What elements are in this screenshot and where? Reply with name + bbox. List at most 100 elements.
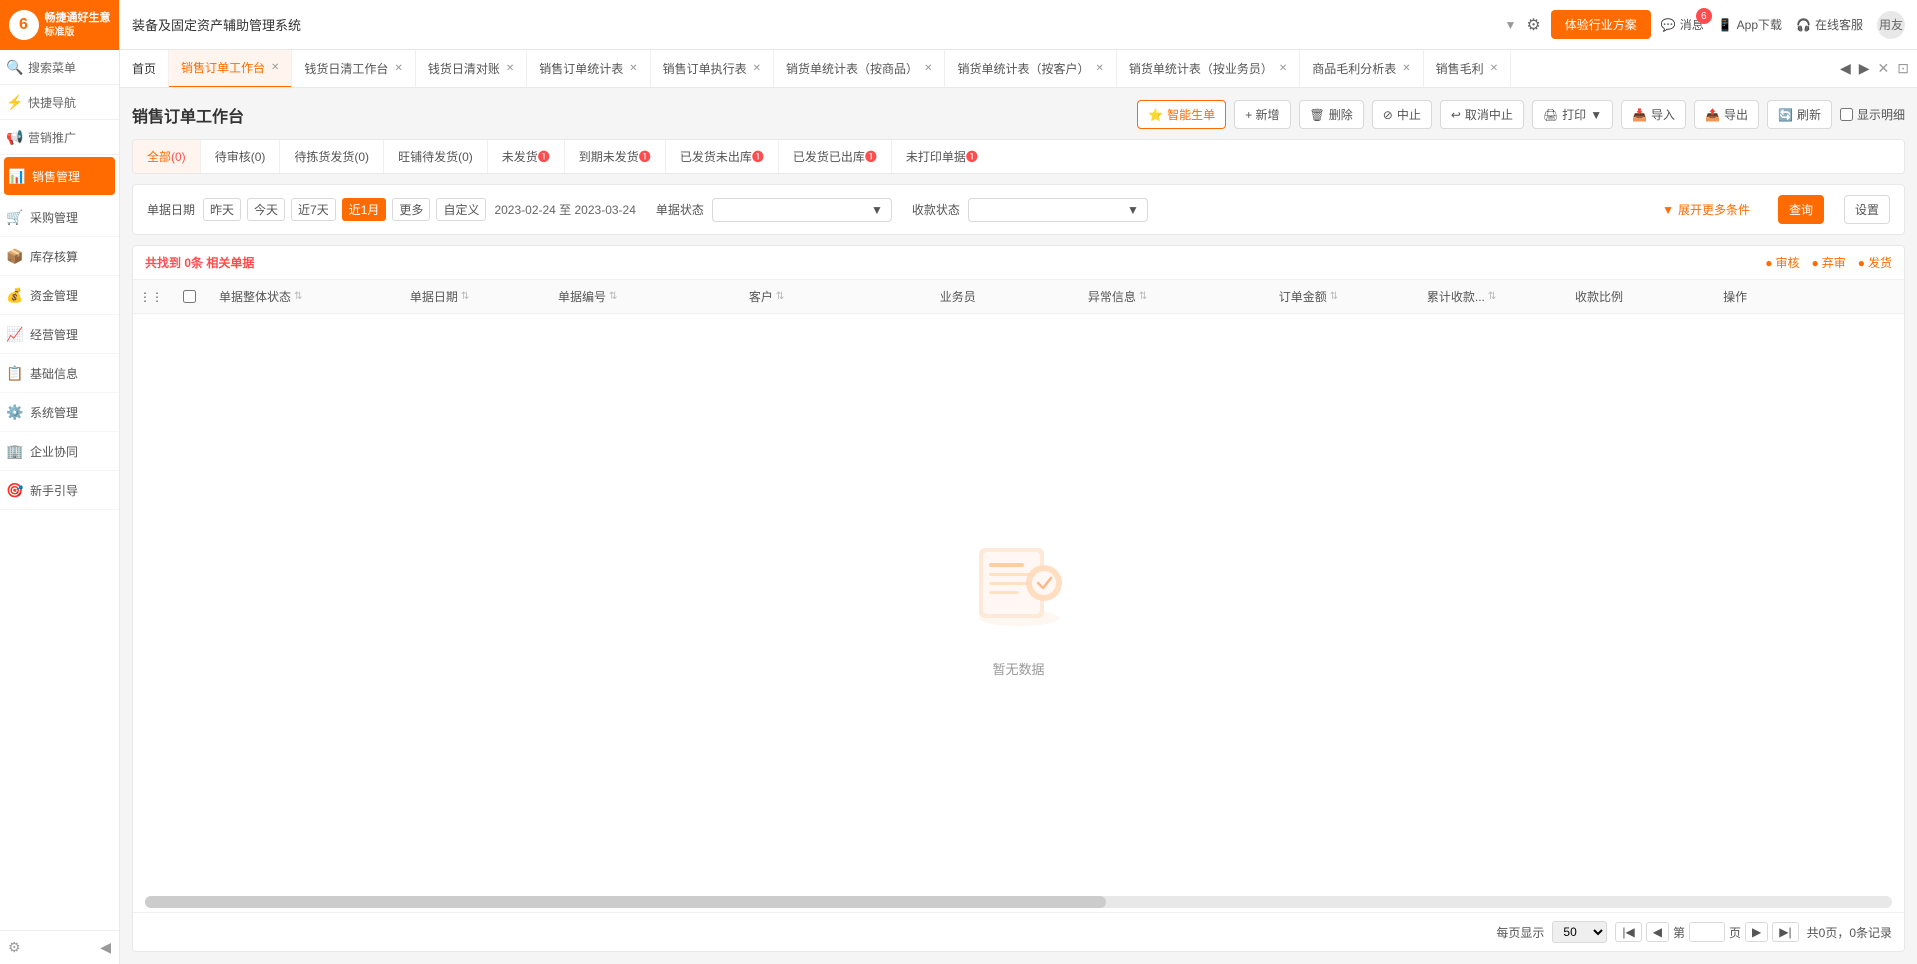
sidebar-item-guide[interactable]: 🎯 新手引导 [0, 471, 119, 510]
filter-tab-not-shipped[interactable]: 未发货❶ [488, 140, 565, 173]
import-button[interactable]: 📥 导入 [1621, 100, 1686, 129]
th-salesman[interactable]: 业务员 [930, 288, 1078, 305]
lightning-icon: ⚡ [6, 93, 24, 111]
tab-sales-execution[interactable]: 销售订单执行表 ✕ [651, 50, 774, 88]
tab-expand-icon[interactable]: ⊡ [1897, 60, 1909, 77]
sidebar-item-marketing[interactable]: 📢 营销推广 [0, 120, 119, 155]
filter-tab-shipped-not-warehoused[interactable]: 已发货未出库❶ [666, 140, 779, 173]
tab-close-all-icon[interactable]: ✕ [1878, 60, 1890, 77]
user-button[interactable]: 用友 [1877, 11, 1905, 39]
print-button[interactable]: 🖨 打印 ▼ [1532, 100, 1613, 129]
tab-sales-gross[interactable]: 销售毛利 ✕ [1424, 50, 1511, 88]
tab-close-icon[interactable]: ✕ [271, 62, 279, 73]
sidebar-item-system[interactable]: ⚙️ 系统管理 [0, 393, 119, 432]
tab-sales-summary-customer[interactable]: 销货单统计表（按客户） ✕ [945, 50, 1116, 88]
th-abnormal[interactable]: 异常信息 ⇅ [1078, 288, 1269, 305]
status-select[interactable]: ▼ [712, 198, 892, 222]
add-button[interactable]: + 新增 [1234, 100, 1290, 129]
date-more-button[interactable]: 更多 [392, 198, 430, 221]
filter-tab-shipped-warehoused[interactable]: 已发货已出库❶ [779, 140, 892, 173]
tab-close-icon[interactable]: ✕ [1490, 63, 1498, 74]
cancel-review-button[interactable]: ● 弃审 [1811, 254, 1845, 271]
delete-button[interactable]: 🗑 删除 [1299, 100, 1364, 129]
tab-close-icon[interactable]: ✕ [394, 63, 402, 74]
page-size-select[interactable]: 10 20 50 100 [1552, 921, 1607, 943]
tab-gross-profit[interactable]: 商品毛利分析表 ✕ [1300, 50, 1423, 88]
ship-button[interactable]: ● 发货 [1858, 254, 1892, 271]
sidebar-item-purchase[interactable]: 🛒 采购管理 [0, 198, 119, 237]
search-button[interactable]: 查询 [1778, 195, 1824, 224]
date-custom-button[interactable]: 自定义 [436, 198, 486, 221]
filter-tab-unprinted[interactable]: 未打印单据❶ [892, 140, 992, 173]
show-detail-checkbox[interactable]: 显示明细 [1840, 106, 1905, 123]
th-status[interactable]: 单据整体状态 ⇅ [209, 288, 400, 305]
sidebar-item-basic[interactable]: 📋 基础信息 [0, 354, 119, 393]
sidebar-item-search[interactable]: 🔍 搜索菜单 [0, 50, 119, 85]
sidebar-item-inventory[interactable]: 📦 库存核算 [0, 237, 119, 276]
sidebar-item-sales[interactable]: 📊 销售管理 [4, 157, 115, 196]
th-customer[interactable]: 客户 ⇅ [739, 288, 930, 305]
smart-create-button[interactable]: ⭐ 智能生单 [1137, 100, 1226, 129]
message-button[interactable]: 💬 消息 6 [1661, 16, 1704, 33]
tab-scroll-left-icon[interactable]: ◀ [1840, 60, 1851, 77]
payment-select[interactable]: ▼ [968, 198, 1148, 222]
tab-scroll-right-icon[interactable]: ▶ [1859, 60, 1870, 77]
settings-icon[interactable]: ⚙ [1526, 15, 1540, 35]
tab-close-icon[interactable]: ✕ [1095, 63, 1103, 74]
sidebar-item-quick-nav[interactable]: ⚡ 快捷导航 [0, 85, 119, 120]
payment-label: 收款状态 [912, 201, 960, 218]
cancel-stop-button[interactable]: ↩ 取消中止 [1440, 100, 1524, 129]
th-checkbox[interactable] [169, 290, 209, 303]
settings-filter-button[interactable]: 设置 [1844, 195, 1890, 224]
th-collection[interactable]: 累计收款... ⇅ [1417, 288, 1565, 305]
tab-home[interactable]: 首页 [120, 50, 169, 88]
filter-tab-pending-review[interactable]: 待审核(0) [201, 140, 281, 173]
tab-close-icon[interactable]: ✕ [1402, 63, 1410, 74]
online-service-button[interactable]: 🎧 在线客服 [1796, 16, 1863, 33]
filter-tab-pending-inspection[interactable]: 待拣货发货(0) [280, 140, 384, 173]
tab-sales-summary-salesman[interactable]: 销货单统计表（按业务员） ✕ [1117, 50, 1300, 88]
date-yesterday-button[interactable]: 昨天 [203, 198, 241, 221]
solution-button[interactable]: 体验行业方案 [1551, 10, 1651, 39]
select-all-checkbox[interactable] [183, 290, 196, 303]
filter-tab-wangpu[interactable]: 旺铺待发货(0) [384, 140, 488, 173]
last-page-button[interactable]: ▶| [1772, 922, 1798, 942]
tab-sales-stats[interactable]: 销售订单统计表 ✕ [527, 50, 650, 88]
app-download-button[interactable]: 📱 App下载 [1718, 16, 1782, 33]
collapse-button[interactable]: ◀ [100, 939, 111, 956]
stop-button[interactable]: ⊘ 中止 [1372, 100, 1432, 129]
tab-sales-summary-product[interactable]: 销货单统计表（按商品） ✕ [774, 50, 945, 88]
first-page-button[interactable]: |◀ [1615, 922, 1641, 942]
tab-close-icon[interactable]: ✕ [753, 63, 761, 74]
chevron-down-icon: ▼ [871, 203, 883, 217]
sidebar-item-operations[interactable]: 📈 经营管理 [0, 315, 119, 354]
tab-close-icon[interactable]: ✕ [924, 63, 932, 74]
date-today-button[interactable]: 今天 [247, 198, 285, 221]
tab-sales-workbench[interactable]: 销售订单工作台 ✕ [169, 50, 292, 88]
sidebar-item-enterprise[interactable]: 🏢 企业协同 [0, 432, 119, 471]
tab-cash-reconcile[interactable]: 钱货日清对账 ✕ [416, 50, 527, 88]
tab-close-icon[interactable]: ✕ [506, 63, 514, 74]
th-date[interactable]: 单据日期 ⇅ [400, 288, 548, 305]
sidebar-item-finance[interactable]: 💰 资金管理 [0, 276, 119, 315]
horizontal-scrollbar[interactable] [145, 896, 1892, 908]
empty-illustration [959, 528, 1079, 647]
date-last1m-button[interactable]: 近1月 [342, 198, 387, 221]
settings-button[interactable]: ⚙ [8, 939, 21, 956]
page-input[interactable]: 1 [1689, 922, 1725, 942]
refresh-button[interactable]: 🔄 刷新 [1767, 100, 1832, 129]
tab-cash-daily[interactable]: 钱货日清工作台 ✕ [292, 50, 415, 88]
filter-tab-overdue[interactable]: 到期未发货❶ [565, 140, 666, 173]
export-button[interactable]: 📤 导出 [1694, 100, 1759, 129]
date-last7-button[interactable]: 近7天 [291, 198, 336, 221]
th-amount[interactable]: 订单金额 ⇅ [1269, 288, 1417, 305]
next-page-button[interactable]: ▶ [1745, 922, 1768, 942]
tab-close-icon[interactable]: ✕ [1279, 63, 1287, 74]
expand-conditions-button[interactable]: ▼ 展开更多条件 [1662, 201, 1750, 218]
th-number[interactable]: 单据编号 ⇅ [548, 288, 739, 305]
page-nav: |◀ ◀ 第 1 页 ▶ ▶| [1615, 922, 1798, 942]
filter-tab-all[interactable]: 全部(0) [133, 140, 201, 173]
review-button[interactable]: ● 审核 [1765, 254, 1799, 271]
prev-page-button[interactable]: ◀ [1646, 922, 1669, 942]
tab-close-icon[interactable]: ✕ [629, 63, 637, 74]
